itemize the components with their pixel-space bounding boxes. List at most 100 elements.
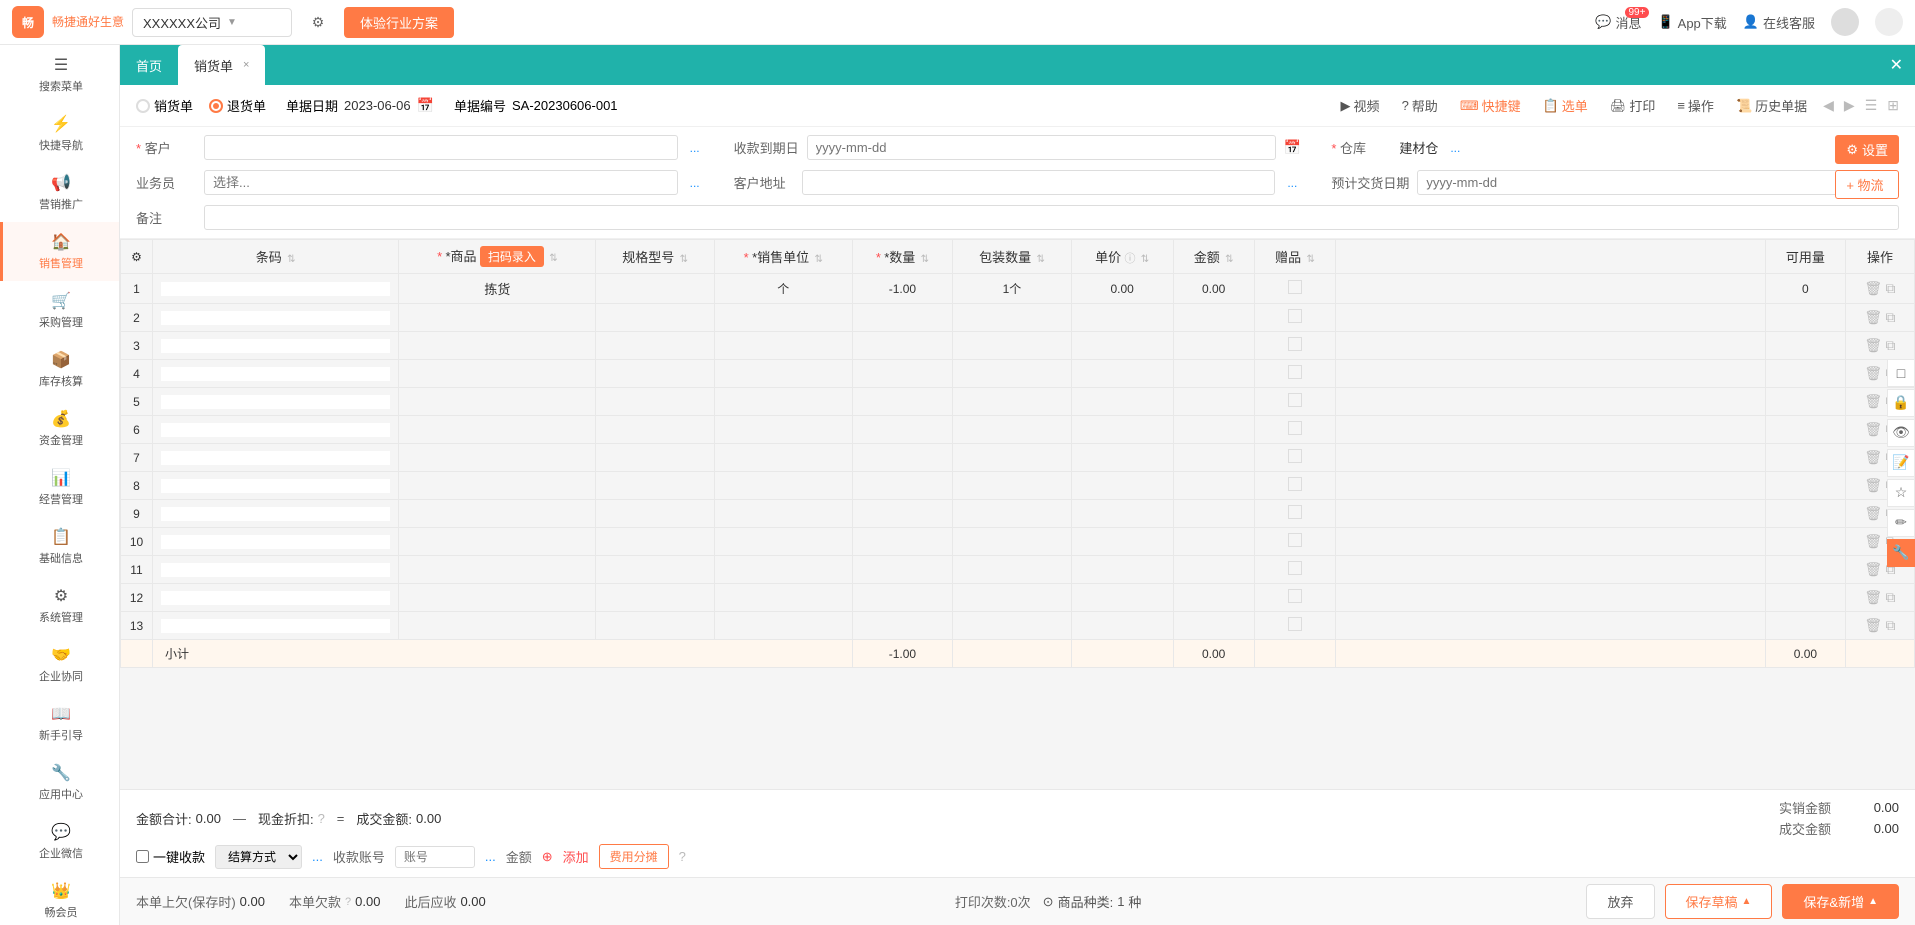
calendar-icon[interactable]: 📅 xyxy=(417,97,434,114)
cell-gift[interactable] xyxy=(1254,584,1335,612)
cell-spec[interactable] xyxy=(596,472,715,500)
delete-row-icon[interactable]: 🗑 xyxy=(1864,589,1882,605)
cell-barcode[interactable] xyxy=(153,556,399,584)
sidebar-item-system[interactable]: ⚙ 系统管理 xyxy=(0,576,119,635)
cell-qty[interactable] xyxy=(852,528,953,556)
sidebar-item-wechat[interactable]: 💬 企业微信 xyxy=(0,812,119,871)
barcode-input[interactable] xyxy=(161,619,390,633)
barcode-input[interactable] xyxy=(161,591,390,605)
cell-spec[interactable] xyxy=(596,584,715,612)
cell-product[interactable] xyxy=(399,332,596,360)
print-button[interactable]: 🖨 打印 xyxy=(1604,93,1662,118)
th-settings[interactable]: ⚙ xyxy=(121,240,153,274)
cell-price[interactable] xyxy=(1071,612,1173,640)
price-info-icon[interactable]: ⓘ xyxy=(1124,253,1135,265)
gift-checkbox[interactable] xyxy=(1288,449,1302,463)
cell-price[interactable] xyxy=(1071,472,1173,500)
cell-gift[interactable] xyxy=(1254,388,1335,416)
collection-date-input[interactable] xyxy=(807,135,1276,160)
avatar[interactable] xyxy=(1831,8,1859,36)
cell-product[interactable] xyxy=(399,304,596,332)
delete-row-icon[interactable]: 🗑 xyxy=(1864,309,1882,325)
fee-split-button[interactable]: 费用分摊 xyxy=(599,844,669,869)
delete-row-icon[interactable]: 🗑 xyxy=(1864,421,1882,437)
barcode-input[interactable] xyxy=(161,423,390,437)
cell-barcode[interactable] xyxy=(153,472,399,500)
cell-qty[interactable] xyxy=(852,584,953,612)
cell-product[interactable] xyxy=(399,556,596,584)
barcode-input[interactable] xyxy=(161,451,390,465)
logistics-button[interactable]: + 物流 xyxy=(1835,170,1899,199)
salesperson-input[interactable] xyxy=(204,170,678,195)
product-type-info[interactable]: ⊙ 商品种类: 1 种 xyxy=(1043,892,1142,911)
sidebar-item-purchase[interactable]: 🛒 采购管理 xyxy=(0,281,119,340)
barcode-input[interactable] xyxy=(161,282,390,296)
copy-row-icon[interactable]: ⧉ xyxy=(1886,589,1896,605)
fee-help-icon[interactable]: ? xyxy=(679,849,686,864)
copy-row-icon[interactable]: ⧉ xyxy=(1886,280,1896,296)
account-input[interactable] xyxy=(395,846,475,868)
barcode-input[interactable] xyxy=(161,479,390,493)
cell-product[interactable] xyxy=(399,360,596,388)
add-entry-button[interactable]: ⊕ xyxy=(542,849,553,865)
one-click-checkbox[interactable] xyxy=(136,850,149,863)
delete-row-icon[interactable]: 🗑 xyxy=(1864,365,1882,381)
salesperson-dots-icon[interactable]: ... xyxy=(686,176,704,190)
copy-row-icon[interactable]: ⧉ xyxy=(1886,337,1896,353)
cell-price[interactable] xyxy=(1071,360,1173,388)
customer-address-input[interactable] xyxy=(802,170,1276,195)
cell-qty[interactable] xyxy=(852,472,953,500)
barcode-input[interactable] xyxy=(161,563,390,577)
cell-gift[interactable] xyxy=(1254,472,1335,500)
gift-checkbox[interactable] xyxy=(1288,505,1302,519)
close-window-icon[interactable]: ✕ xyxy=(1890,55,1903,75)
cell-spec[interactable] xyxy=(596,332,715,360)
customer-input[interactable] xyxy=(204,135,678,160)
barcode-input[interactable] xyxy=(161,339,390,353)
select-order-button[interactable]: 📋 选单 xyxy=(1537,93,1594,118)
delete-row-icon[interactable]: 🗑 xyxy=(1864,393,1882,409)
cell-price[interactable] xyxy=(1071,416,1173,444)
cell-product[interactable] xyxy=(399,584,596,612)
discount-help-icon[interactable]: ? xyxy=(318,811,325,826)
discard-button[interactable]: 放弃 xyxy=(1586,884,1654,919)
right-tool-btn-3[interactable]: 👁 xyxy=(1887,419,1915,447)
radio-return-order[interactable]: 退货单 xyxy=(209,96,266,115)
gift-checkbox[interactable] xyxy=(1288,561,1302,575)
barcode-input[interactable] xyxy=(161,535,390,549)
cell-spec[interactable] xyxy=(596,304,715,332)
tab-home[interactable]: 首页 xyxy=(120,45,178,85)
sidebar-item-guide[interactable]: 📖 新手引导 xyxy=(0,694,119,753)
video-button[interactable]: ▶ 视频 xyxy=(1335,93,1386,118)
cell-product[interactable] xyxy=(399,500,596,528)
tab-close-icon[interactable]: × xyxy=(243,59,249,71)
cell-qty[interactable] xyxy=(852,388,953,416)
gift-checkbox[interactable] xyxy=(1288,365,1302,379)
grid-view-icon[interactable]: ⊞ xyxy=(1887,97,1899,114)
shortcut-button[interactable]: ⌨ 快捷键 xyxy=(1454,93,1527,118)
cell-gift[interactable] xyxy=(1254,416,1335,444)
cell-price[interactable] xyxy=(1071,304,1173,332)
sidebar-item-search[interactable]: ☰ 搜索菜单 xyxy=(0,45,119,104)
cell-gift[interactable] xyxy=(1254,500,1335,528)
delete-row-icon[interactable]: 🗑 xyxy=(1864,505,1882,521)
cell-qty[interactable] xyxy=(852,304,953,332)
sidebar-item-finance[interactable]: 💰 资金管理 xyxy=(0,399,119,458)
cell-spec[interactable] xyxy=(596,556,715,584)
prev-record-icon[interactable]: ◀ xyxy=(1823,97,1834,114)
right-tool-btn-7[interactable]: 🔧 xyxy=(1887,539,1915,567)
cell-gift[interactable] xyxy=(1254,556,1335,584)
gift-checkbox[interactable] xyxy=(1288,309,1302,323)
sidebar-item-basics[interactable]: 📋 基础信息 xyxy=(0,517,119,576)
cell-spec[interactable] xyxy=(596,274,715,304)
right-tool-btn-5[interactable]: ☆ xyxy=(1887,479,1915,507)
gift-checkbox[interactable] xyxy=(1288,477,1302,491)
settings-icon[interactable]: ⚙ xyxy=(304,8,332,36)
right-tool-btn-2[interactable]: 🔒 xyxy=(1887,389,1915,417)
cell-qty[interactable] xyxy=(852,500,953,528)
help-button[interactable]: ? 帮助 xyxy=(1396,93,1444,118)
cell-product[interactable] xyxy=(399,444,596,472)
cell-price[interactable] xyxy=(1071,556,1173,584)
cell-spec[interactable] xyxy=(596,444,715,472)
cell-spec[interactable] xyxy=(596,360,715,388)
